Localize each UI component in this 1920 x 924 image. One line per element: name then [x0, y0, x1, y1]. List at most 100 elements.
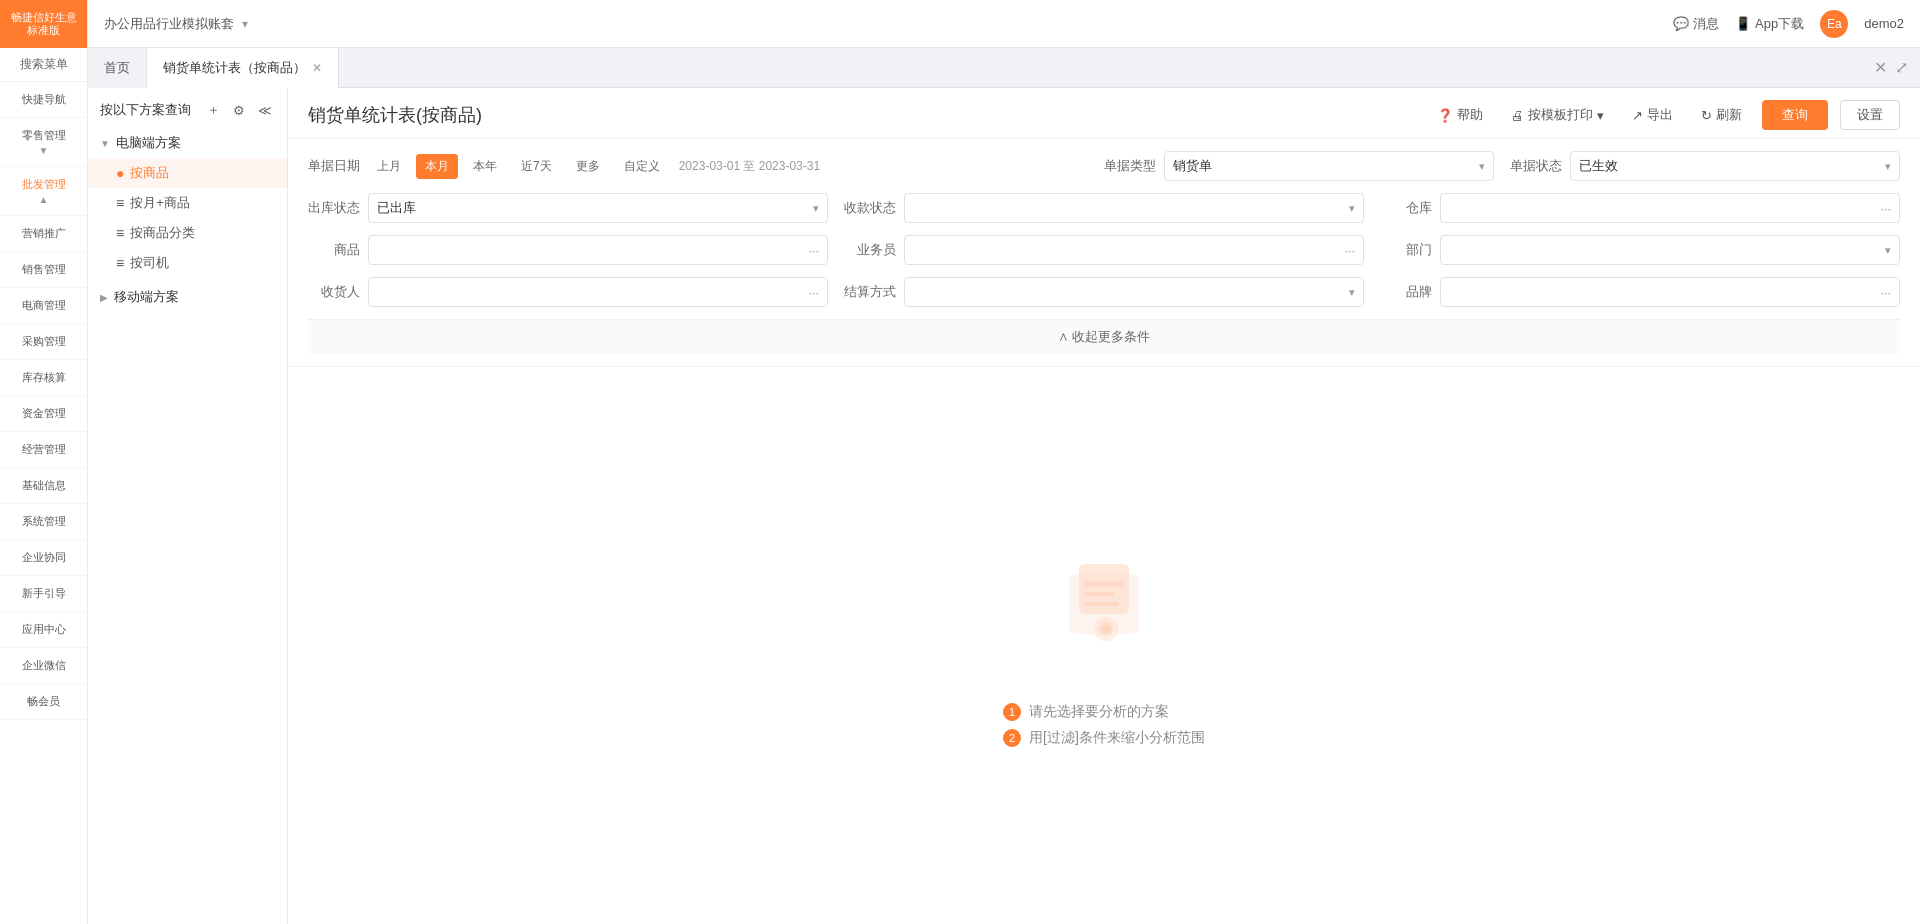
app-logo[interactable]: 畅捷信好生意 标准版: [0, 0, 87, 48]
print-btn[interactable]: 🖨 按模板打印 ▾: [1503, 102, 1612, 128]
date-this-year[interactable]: 本年: [464, 154, 506, 179]
tab-sales-report[interactable]: 销货单统计表（按商品） ✕: [147, 48, 339, 88]
scheme-item-by-cashier[interactable]: ≡ 按司机: [88, 248, 287, 278]
edit-scheme-btn[interactable]: ⚙: [229, 100, 249, 120]
page-title-bar: 销货单统计表(按商品) ❓ 帮助 🖨 按模板打印 ▾ ↗ 导出: [288, 88, 1920, 139]
doc-status-value: 已生效: [1579, 157, 1618, 175]
doc-type-label: 单据类型: [1104, 157, 1156, 175]
header-dropdown-icon[interactable]: ▾: [242, 17, 248, 31]
doc-status-control[interactable]: 已生效 ▾: [1570, 151, 1900, 181]
sidebar-item-wholesale[interactable]: 批发管理 ▲: [0, 167, 87, 216]
date-last-month[interactable]: 上月: [368, 154, 410, 179]
warehouse-dots: ···: [1880, 201, 1891, 216]
sidebar-item-wechat[interactable]: 企业微信: [0, 648, 87, 684]
search-menu-item[interactable]: 搜索菜单: [0, 48, 87, 82]
sidebar-item-system[interactable]: 系统管理: [0, 504, 87, 540]
scheme-group-mobile-label: 移动端方案: [114, 288, 179, 306]
product-control[interactable]: ···: [368, 235, 828, 265]
date-range-text: 2023-03-01 至 2023-03-31: [679, 158, 820, 175]
scheme-group-mobile-header[interactable]: ▶ 移动端方案: [88, 282, 287, 312]
empty-tip-1: 1 请先选择要分析的方案: [1003, 703, 1205, 721]
tab-close-icon[interactable]: ✕: [312, 61, 322, 75]
svg-rect-1: [1079, 564, 1129, 614]
scheme-group-pc-label: 电脑端方案: [116, 134, 181, 152]
doc-type-control[interactable]: 销货单 ▾: [1164, 151, 1494, 181]
product-label: 商品: [308, 241, 360, 259]
doc-type-value: 销货单: [1173, 157, 1212, 175]
scheme-active-icon: ●: [116, 165, 124, 181]
warehouse-label: 仓库: [1380, 199, 1432, 217]
left-panel: 按以下方案查询 ＋ ⚙ ≪ ▼ 电脑端方案 ● 按商品 ≡ 按月: [88, 88, 288, 924]
scheme-group-pc-header[interactable]: ▼ 电脑端方案: [88, 128, 287, 158]
payment-status-control[interactable]: ▾: [904, 193, 1364, 223]
date-last-7[interactable]: 近7天: [512, 154, 561, 179]
refresh-btn[interactable]: ↻ 刷新: [1693, 102, 1750, 128]
sidebar-item-member[interactable]: 畅会员: [0, 684, 87, 720]
top-header: 办公用品行业模拟账套 ▾ 💬 消息 📱 App下载 Ea demo2: [88, 0, 1920, 48]
date-filter: 上月 本月 本年 近7天 更多 自定义 2023-03-01 至 2023-03…: [368, 154, 820, 179]
app-download-action[interactable]: 📱 App下载: [1735, 15, 1804, 33]
sidebar-item-purchase[interactable]: 采购管理: [0, 324, 87, 360]
product-dots: ···: [808, 243, 819, 258]
message-label: 消息: [1693, 15, 1719, 33]
empty-tip-2: 2 用[过滤]条件来缩小分析范围: [1003, 729, 1205, 747]
date-more[interactable]: 更多: [567, 154, 609, 179]
sidebar-item-operations[interactable]: 经营管理: [0, 432, 87, 468]
payment-status-label: 收款状态: [844, 199, 896, 217]
user-avatar[interactable]: Ea: [1820, 10, 1848, 38]
query-btn[interactable]: 查询: [1762, 100, 1828, 130]
date-label: 单据日期: [308, 157, 360, 175]
date-this-month[interactable]: 本月: [416, 154, 458, 179]
page-actions: ❓ 帮助 🖨 按模板打印 ▾ ↗ 导出 ↻ 刷新: [1429, 100, 1900, 130]
sidebar-item-inventory[interactable]: 库存核算: [0, 360, 87, 396]
out-status-control[interactable]: 已出库 ▾: [368, 193, 828, 223]
sidebar-item-corp[interactable]: 企业协同: [0, 540, 87, 576]
add-scheme-btn[interactable]: ＋: [203, 100, 223, 120]
sidebar-item-marketing[interactable]: 营销推广: [0, 216, 87, 252]
tip-num-2: 2: [1003, 729, 1021, 747]
brand-control[interactable]: ···: [1440, 277, 1900, 307]
tab-bar: 首页 销货单统计表（按商品） ✕ ✕ ⤢: [88, 48, 1920, 88]
scheme-item-by-product[interactable]: ● 按商品: [88, 158, 287, 188]
sidebar-item-finance[interactable]: 资金管理: [0, 396, 87, 432]
scheme-category-icon: ≡: [116, 225, 124, 241]
sidebar-item-quick-nav[interactable]: 快捷导航: [0, 82, 87, 118]
filter-area: 单据日期 上月 本月 本年 近7天 更多 自定义 2023-03-01 至 20…: [288, 139, 1920, 367]
tip-num-1: 1: [1003, 703, 1021, 721]
header-title: 办公用品行业模拟账套: [104, 15, 234, 33]
settlement-control[interactable]: ▾: [904, 277, 1364, 307]
scheme-by-month-product-label: 按月+商品: [130, 194, 190, 212]
sidebar-item-retail[interactable]: 零售管理 ▼: [0, 118, 87, 167]
collapse-bar[interactable]: ∧ 收起更多条件: [308, 319, 1900, 354]
sidebar-item-sales[interactable]: 销售管理: [0, 252, 87, 288]
sidebar-item-guide[interactable]: 新手引导: [0, 576, 87, 612]
receiver-control[interactable]: ···: [368, 277, 828, 307]
salesperson-control[interactable]: ···: [904, 235, 1364, 265]
tab-home-label: 首页: [104, 59, 130, 77]
message-action[interactable]: 💬 消息: [1673, 15, 1719, 33]
settings-btn[interactable]: 设置: [1840, 100, 1900, 130]
sidebar-item-ecommerce[interactable]: 电商管理: [0, 288, 87, 324]
sidebar-item-apps[interactable]: 应用中心: [0, 612, 87, 648]
collapse-panel-btn[interactable]: ≪: [255, 100, 275, 120]
filter-warehouse: 仓库 ···: [1380, 193, 1900, 223]
scheme-month-icon: ≡: [116, 195, 124, 211]
help-btn[interactable]: ❓ 帮助: [1429, 102, 1491, 128]
department-control[interactable]: ▾: [1440, 235, 1900, 265]
export-btn[interactable]: ↗ 导出: [1624, 102, 1681, 128]
main-area: 办公用品行业模拟账套 ▾ 💬 消息 📱 App下载 Ea demo2 首页 销货…: [88, 0, 1920, 924]
tip-text-2: 用[过滤]条件来缩小分析范围: [1029, 729, 1205, 747]
tab-home[interactable]: 首页: [88, 48, 147, 88]
date-custom[interactable]: 自定义: [615, 154, 669, 179]
scheme-item-by-category[interactable]: ≡ 按商品分类: [88, 218, 287, 248]
warehouse-control[interactable]: ···: [1440, 193, 1900, 223]
tab-maximize-icon[interactable]: ⤢: [1895, 58, 1908, 77]
filter-row-3: 商品 ··· 业务员 ··· 部门: [308, 235, 1900, 265]
empty-icon: [1044, 544, 1164, 683]
brand-label: 品牌: [1380, 283, 1432, 301]
sidebar-item-basic[interactable]: 基础信息: [0, 468, 87, 504]
scheme-item-by-month-product[interactable]: ≡ 按月+商品: [88, 188, 287, 218]
tab-close-all-icon[interactable]: ✕: [1874, 58, 1887, 77]
svg-rect-2: [1084, 582, 1124, 586]
scheme-group-pc: ▼ 电脑端方案 ● 按商品 ≡ 按月+商品 ≡ 按商品分类 ≡ 按司机: [88, 128, 287, 278]
